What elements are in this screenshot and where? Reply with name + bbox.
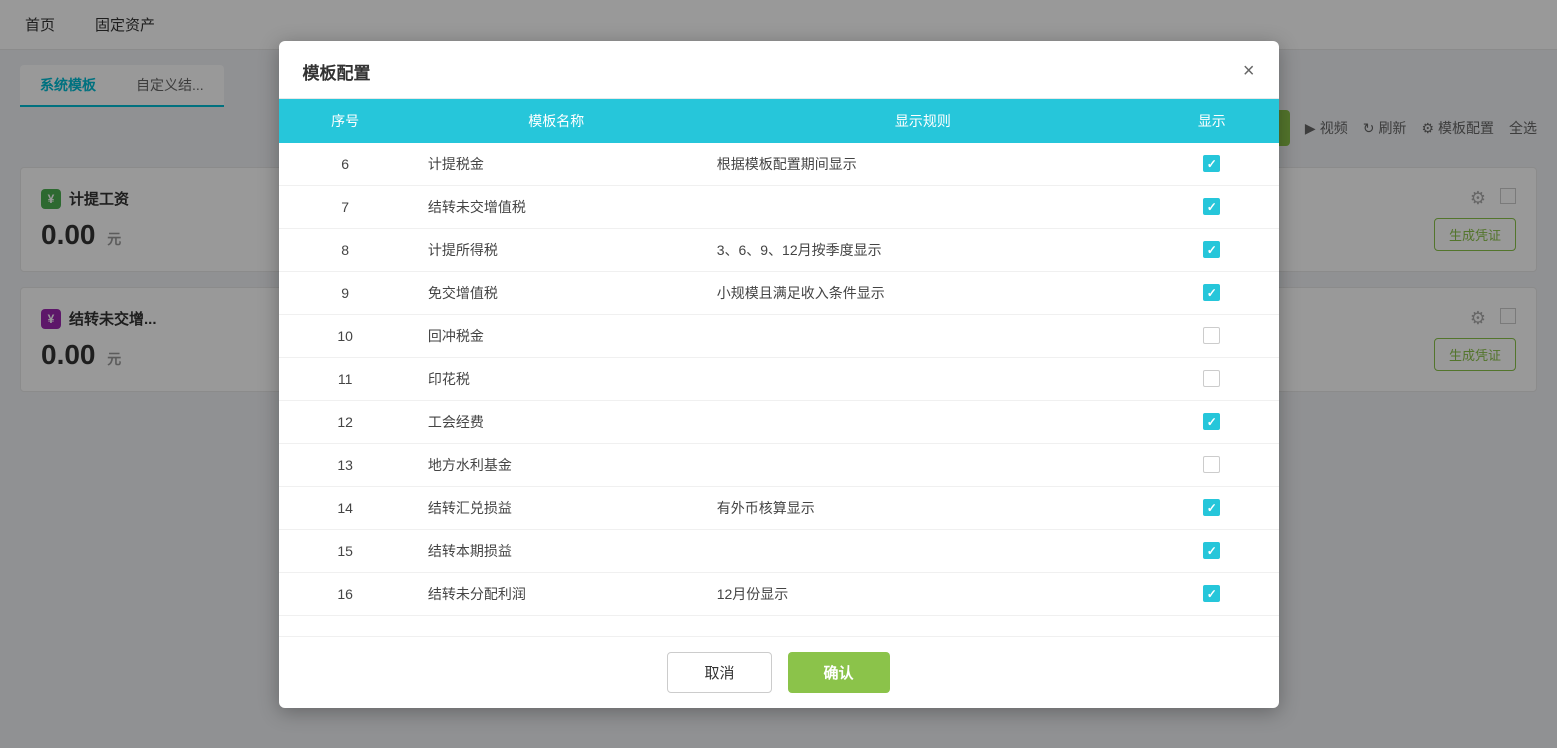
display-checkbox[interactable] <box>1203 241 1220 258</box>
display-checkbox[interactable] <box>1203 585 1220 602</box>
cell-rule <box>701 529 1145 572</box>
display-checkbox[interactable] <box>1203 327 1220 344</box>
cell-display[interactable] <box>1145 314 1278 357</box>
cell-seq: 15 <box>279 529 412 572</box>
table-row: 6计提税金根据模板配置期间显示 <box>279 143 1279 186</box>
table-row: 15结转本期损益 <box>279 529 1279 572</box>
table-header-row: 序号 模板名称 显示规则 显示 <box>279 99 1279 143</box>
cell-seq: 12 <box>279 400 412 443</box>
table-row: 11印花税 <box>279 357 1279 400</box>
cell-rule <box>701 185 1145 228</box>
cell-name: 结转汇兑损益 <box>412 486 701 529</box>
cell-rule: 根据模板配置期间显示 <box>701 143 1145 186</box>
cell-name: 计提税金 <box>412 143 701 186</box>
cell-seq: 8 <box>279 228 412 271</box>
col-rule: 显示规则 <box>701 99 1145 143</box>
cell-name: 结转未分配利润 <box>412 572 701 615</box>
template-config-modal: 模板配置 × 序号 模板名称 显示规则 显示 6计提税金根据模板配置期间显示7结… <box>279 41 1279 708</box>
cell-rule: 12月份显示 <box>701 572 1145 615</box>
cell-seq: 11 <box>279 357 412 400</box>
display-checkbox[interactable] <box>1203 284 1220 301</box>
modal-footer: 取消 确认 <box>279 636 1279 708</box>
modal-body: 序号 模板名称 显示规则 显示 6计提税金根据模板配置期间显示7结转未交增值税8… <box>279 99 1279 636</box>
display-checkbox[interactable] <box>1203 542 1220 559</box>
display-checkbox[interactable] <box>1203 198 1220 215</box>
cell-display[interactable] <box>1145 143 1278 186</box>
display-checkbox[interactable] <box>1203 499 1220 516</box>
cell-seq: 6 <box>279 143 412 186</box>
cell-name: 工会经费 <box>412 400 701 443</box>
cell-display[interactable] <box>1145 486 1278 529</box>
cell-rule: 有外币核算显示 <box>701 486 1145 529</box>
table-row: 10回冲税金 <box>279 314 1279 357</box>
cell-name: 免交增值税 <box>412 271 701 314</box>
table-row: 14结转汇兑损益有外币核算显示 <box>279 486 1279 529</box>
display-checkbox[interactable] <box>1203 456 1220 473</box>
cell-rule <box>701 314 1145 357</box>
cell-display[interactable] <box>1145 529 1278 572</box>
col-name: 模板名称 <box>412 99 701 143</box>
modal-close-button[interactable]: × <box>1243 61 1255 81</box>
cell-name: 印花税 <box>412 357 701 400</box>
cell-seq: 13 <box>279 443 412 486</box>
table-row: 13地方水利基金 <box>279 443 1279 486</box>
cell-display[interactable] <box>1145 357 1278 400</box>
display-checkbox[interactable] <box>1203 155 1220 172</box>
display-checkbox[interactable] <box>1203 413 1220 430</box>
cell-seq: 14 <box>279 486 412 529</box>
cell-display[interactable] <box>1145 400 1278 443</box>
cell-rule <box>701 443 1145 486</box>
col-display: 显示 <box>1145 99 1278 143</box>
display-checkbox[interactable] <box>1203 370 1220 387</box>
cell-display[interactable] <box>1145 572 1278 615</box>
cell-seq: 9 <box>279 271 412 314</box>
cell-seq: 7 <box>279 185 412 228</box>
cell-rule <box>701 400 1145 443</box>
config-table: 序号 模板名称 显示规则 显示 6计提税金根据模板配置期间显示7结转未交增值税8… <box>279 99 1279 616</box>
cell-display[interactable] <box>1145 228 1278 271</box>
cell-seq: 16 <box>279 572 412 615</box>
cell-name: 结转未交增值税 <box>412 185 701 228</box>
cell-name: 回冲税金 <box>412 314 701 357</box>
cell-name: 计提所得税 <box>412 228 701 271</box>
table-row: 16结转未分配利润12月份显示 <box>279 572 1279 615</box>
cell-display[interactable] <box>1145 271 1278 314</box>
table-row: 12工会经费 <box>279 400 1279 443</box>
cell-display[interactable] <box>1145 443 1278 486</box>
modal-header: 模板配置 × <box>279 41 1279 99</box>
cell-name: 地方水利基金 <box>412 443 701 486</box>
modal-overlay: 模板配置 × 序号 模板名称 显示规则 显示 6计提税金根据模板配置期间显示7结… <box>0 0 1557 748</box>
col-seq: 序号 <box>279 99 412 143</box>
cancel-button[interactable]: 取消 <box>667 652 771 693</box>
cell-name: 结转本期损益 <box>412 529 701 572</box>
cell-display[interactable] <box>1145 185 1278 228</box>
table-row: 9免交增值税小规模且满足收入条件显示 <box>279 271 1279 314</box>
cell-rule <box>701 357 1145 400</box>
modal-title: 模板配置 <box>303 59 371 84</box>
cell-rule: 3、6、9、12月按季度显示 <box>701 228 1145 271</box>
cell-rule: 小规模且满足收入条件显示 <box>701 271 1145 314</box>
confirm-button[interactable]: 确认 <box>788 652 890 693</box>
table-row: 7结转未交增值税 <box>279 185 1279 228</box>
table-row: 8计提所得税3、6、9、12月按季度显示 <box>279 228 1279 271</box>
cell-seq: 10 <box>279 314 412 357</box>
